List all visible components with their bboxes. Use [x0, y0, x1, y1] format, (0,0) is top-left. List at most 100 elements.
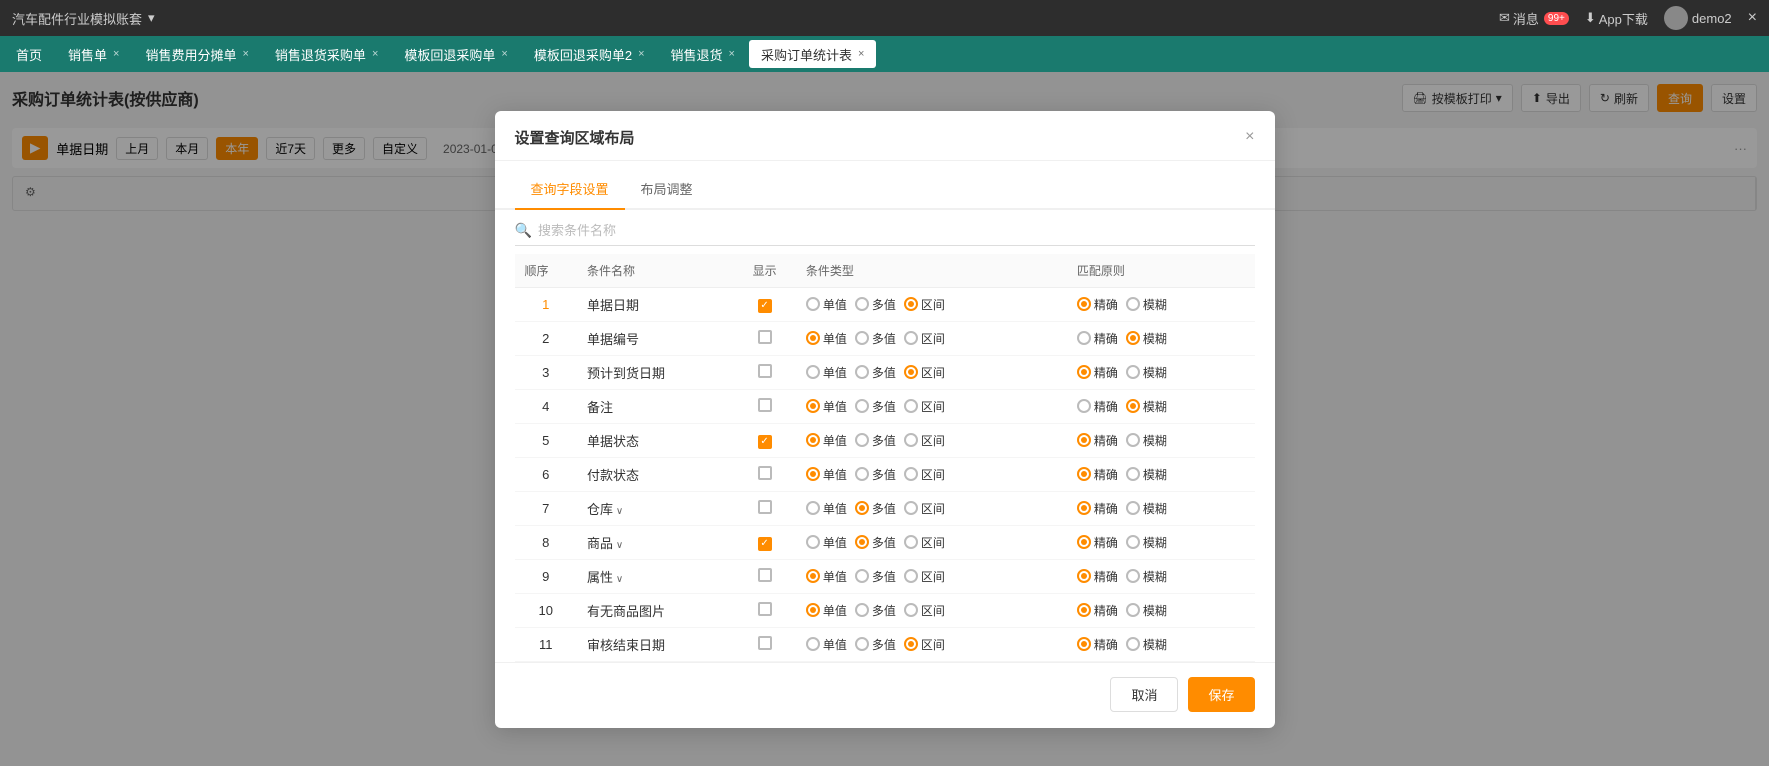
table-header-row: 顺序 条件名称 显示 条件类型: [515, 254, 1255, 288]
tab-template-return[interactable]: 模板回退采购单 ×: [392, 40, 519, 68]
row-match: 精确模糊: [1067, 627, 1255, 661]
tab-home[interactable]: 首页: [4, 40, 54, 68]
row-match: 精确模糊: [1067, 321, 1255, 355]
condition-table: 顺序 条件名称 显示 条件类型: [515, 254, 1255, 662]
cancel-button[interactable]: 取消: [1110, 677, 1178, 712]
row-seq: 11: [515, 627, 578, 661]
dialog: 设置查询区域布局 × 查询字段设置 布局调整 🔍: [495, 111, 1275, 728]
row-display-checkbox[interactable]: [733, 525, 796, 559]
row-display-checkbox[interactable]: [733, 389, 796, 423]
tab-close-sales-refund[interactable]: ×: [729, 48, 735, 60]
dialog-header: 设置查询区域布局 ×: [495, 111, 1275, 161]
user-avatar[interactable]: demo2: [1664, 6, 1732, 30]
row-type: 单值多值区间: [796, 491, 1067, 525]
dialog-overlay: 设置查询区域布局 × 查询字段设置 布局调整 🔍: [0, 72, 1769, 766]
table-row: 10有无商品图片单值多值区间精确模糊: [515, 593, 1255, 627]
top-close-btn[interactable]: ×: [1748, 9, 1757, 27]
tab-sales-return[interactable]: 销售退货采购单 ×: [263, 40, 390, 68]
search-input[interactable]: [538, 223, 738, 238]
row-display-checkbox[interactable]: [733, 355, 796, 389]
tab-layout-adjust[interactable]: 布局调整: [625, 173, 709, 210]
download-icon: ⬇: [1585, 10, 1596, 26]
row-type: 单值多值区间: [796, 423, 1067, 457]
dialog-close-btn[interactable]: ×: [1245, 128, 1254, 146]
tab-close-template-return2[interactable]: ×: [638, 48, 644, 60]
row-seq: 2: [515, 321, 578, 355]
row-seq: 3: [515, 355, 578, 389]
row-display-checkbox[interactable]: [733, 593, 796, 627]
row-match: 精确模糊: [1067, 389, 1255, 423]
tab-sales-order[interactable]: 销售单 ×: [56, 40, 131, 68]
row-seq: 9: [515, 559, 578, 593]
row-display-checkbox[interactable]: [733, 559, 796, 593]
table-row: 8商品 ∨ 单值多值区间精确模糊: [515, 525, 1255, 559]
tab-sales-refund[interactable]: 销售退货 ×: [659, 40, 747, 68]
row-match: 精确模糊: [1067, 491, 1255, 525]
tab-close-sales-expense[interactable]: ×: [242, 48, 248, 60]
row-match: 精确模糊: [1067, 423, 1255, 457]
tab-template-return2[interactable]: 模板回退采购单2 ×: [522, 40, 657, 68]
dialog-tabs: 查询字段设置 布局调整: [495, 161, 1275, 210]
table-row: 1单据日期单值多值区间精确模糊: [515, 287, 1255, 321]
row-match: 精确模糊: [1067, 593, 1255, 627]
row-condition-name: 仓库 ∨: [577, 491, 733, 525]
dialog-search: 🔍: [515, 222, 1255, 246]
dialog-title: 设置查询区域布局: [515, 127, 635, 148]
row-type: 单值多值区间: [796, 457, 1067, 491]
th-type: 条件类型: [796, 254, 1067, 288]
row-condition-name: 审核结束日期: [577, 627, 733, 661]
row-condition-name: 有无商品图片: [577, 593, 733, 627]
row-match: 精确模糊: [1067, 559, 1255, 593]
tab-query-fields[interactable]: 查询字段设置: [515, 173, 625, 210]
row-condition-name: 属性 ∨: [577, 559, 733, 593]
table-row: 11审核结束日期 单值多值区间精确模糊: [515, 627, 1255, 661]
messages-btn[interactable]: ✉ 消息 99+: [1499, 9, 1569, 28]
row-type: 单值多值区间: [796, 525, 1067, 559]
page-content: 采购订单统计表(按供应商) 🖨 按模板打印 ▾ ⬆ 导出 ↻ 刷新 查询 设置: [0, 72, 1769, 766]
row-display-checkbox[interactable]: [733, 321, 796, 355]
row-condition-name: 单据状态: [577, 423, 733, 457]
th-seq: 顺序: [515, 254, 578, 288]
tab-purchase-stat[interactable]: 采购订单统计表 ×: [749, 40, 876, 68]
tab-close-sales-order[interactable]: ×: [113, 48, 119, 60]
download-btn[interactable]: ⬇ App下载: [1585, 9, 1648, 28]
row-condition-name: 预计到货日期: [577, 355, 733, 389]
th-display: 显示: [733, 254, 796, 288]
row-seq: 8: [515, 525, 578, 559]
app-name-area: 汽车配件行业模拟账套 ▾: [12, 9, 155, 28]
top-nav-right: ✉ 消息 99+ ⬇ App下载 demo2 ×: [1499, 6, 1757, 30]
table-row: 2单据编号单值多值区间精确模糊: [515, 321, 1255, 355]
dropdown-icon[interactable]: ▾: [148, 10, 155, 26]
row-display-checkbox[interactable]: [733, 423, 796, 457]
tab-close-purchase-stat[interactable]: ×: [858, 48, 864, 60]
row-display-checkbox[interactable]: [733, 627, 796, 661]
table-row: 9属性 ∨单值多值区间精确模糊: [515, 559, 1255, 593]
dialog-table-wrap: 顺序 条件名称 显示 条件类型: [515, 254, 1255, 662]
search-icon: 🔍: [515, 222, 532, 239]
row-condition-name: 商品 ∨: [577, 525, 733, 559]
row-type: 单值多值区间: [796, 355, 1067, 389]
tab-close-sales-return[interactable]: ×: [372, 48, 378, 60]
tab-close-template-return[interactable]: ×: [501, 48, 507, 60]
save-button[interactable]: 保存: [1188, 677, 1254, 712]
row-display-checkbox[interactable]: [733, 287, 796, 321]
row-type: 单值多值区间: [796, 627, 1067, 661]
row-display-checkbox[interactable]: [733, 457, 796, 491]
row-condition-name: 付款状态: [577, 457, 733, 491]
row-match: 精确模糊: [1067, 287, 1255, 321]
row-condition-name: 单据日期: [577, 287, 733, 321]
tab-sales-expense[interactable]: 销售费用分摊单 ×: [133, 40, 260, 68]
dialog-footer: 取消 保存: [495, 662, 1275, 728]
th-name: 条件名称: [577, 254, 733, 288]
row-seq: 1: [515, 287, 578, 321]
row-seq: 6: [515, 457, 578, 491]
table-row: 7仓库 ∨单值多值区间精确模糊: [515, 491, 1255, 525]
avatar-icon: [1664, 6, 1688, 30]
row-condition-name: 备注: [577, 389, 733, 423]
table-row: 4备注单值多值区间精确模糊: [515, 389, 1255, 423]
row-match: 精确模糊: [1067, 525, 1255, 559]
row-seq: 5: [515, 423, 578, 457]
app-name: 汽车配件行业模拟账套: [12, 9, 142, 28]
row-condition-name: 单据编号: [577, 321, 733, 355]
row-display-checkbox[interactable]: [733, 491, 796, 525]
